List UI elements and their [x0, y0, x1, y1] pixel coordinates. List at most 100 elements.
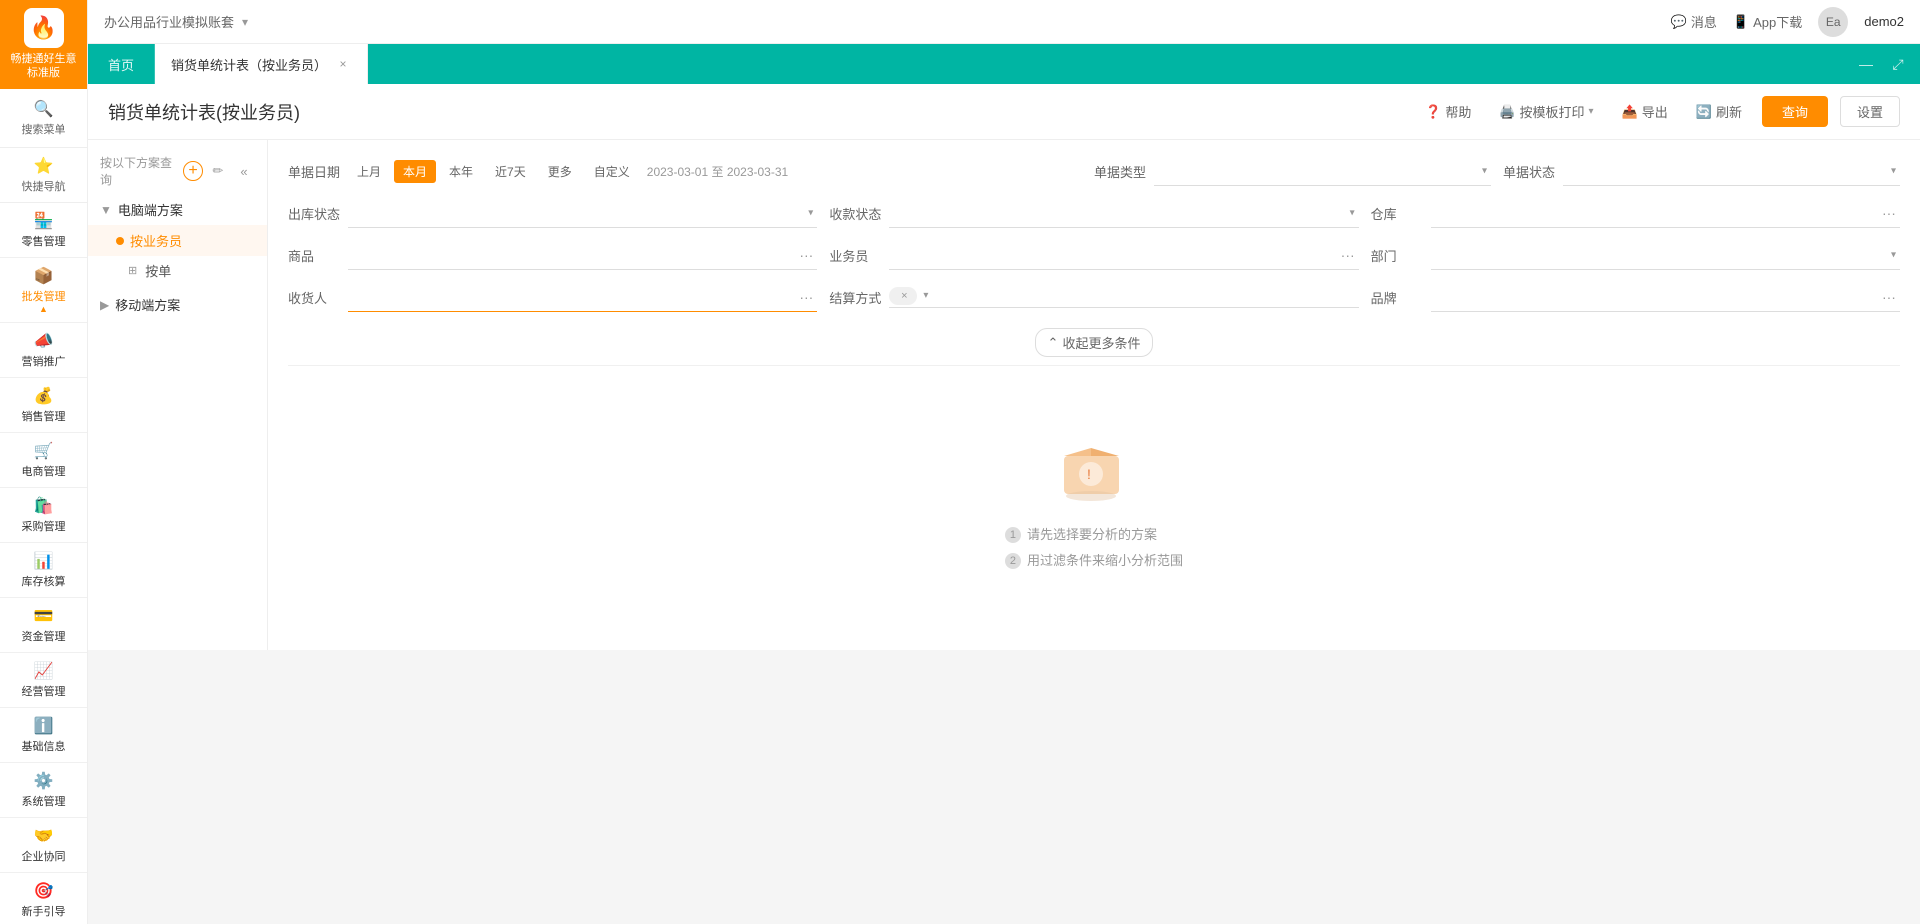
date-range-value: 2023-03-01 至 2023-03-31: [647, 163, 788, 180]
sidebar-item-corp[interactable]: 🤝 企业协同: [0, 818, 87, 873]
date-btn-last-month[interactable]: 上月: [348, 160, 390, 183]
filter-item-salesperson[interactable]: 按业务员: [88, 225, 267, 256]
date-btn-more[interactable]: 更多: [539, 160, 581, 183]
print-dropdown-icon[interactable]: ▾: [1589, 106, 1594, 117]
minimize-btn[interactable]: —: [1852, 50, 1880, 78]
salesperson-dots[interactable]: ···: [1341, 247, 1355, 263]
sidebar-item-system[interactable]: ⚙️ 系统管理: [0, 763, 87, 818]
product-input[interactable]: [348, 240, 817, 270]
export-btn[interactable]: 📤 导出: [1614, 98, 1676, 125]
product-wrap: ···: [348, 240, 817, 270]
avatar[interactable]: Ea: [1818, 7, 1848, 37]
empty-area: ! 1 请先选择要分析的方案 2 用过滤条件来缩小分析范围: [288, 366, 1900, 634]
tab-sales-stat[interactable]: 销货单统计表（按业务员） ×: [155, 44, 368, 84]
out-status-dropdown[interactable]: ▾: [348, 198, 817, 228]
tab-close-btn[interactable]: ×: [335, 56, 351, 72]
recipient-label: 收货人: [288, 288, 348, 307]
query-row-3: 商品 ··· 业务员 ··· 部门: [288, 240, 1900, 270]
out-status-dropdown-icon: ▾: [808, 207, 813, 218]
topbar: 办公用品行业模拟账套 ▾ 💬 消息 📱 App下载 Ea demo2: [88, 0, 1920, 44]
tab-sales-stat-label: 销货单统计表（按业务员）: [171, 55, 327, 74]
marketing-label: 营销推广: [22, 353, 66, 369]
settlement-dropdown-icon[interactable]: ▾: [923, 290, 928, 301]
date-label: 单据日期: [288, 162, 348, 181]
sidebar-item-retail[interactable]: 🏪 零售管理: [0, 203, 87, 258]
sidebar-item-wholesale[interactable]: 📦 批发管理 ▲: [0, 258, 87, 323]
payment-status-dropdown[interactable]: ▾: [889, 198, 1358, 228]
query-btn[interactable]: 查询: [1762, 96, 1828, 127]
filter-collapse-btn[interactable]: «: [233, 160, 255, 182]
logo-icon: 🔥: [24, 8, 64, 48]
nav-icon: ⭐: [34, 156, 54, 176]
tip-text-1: 请先选择要分析的方案: [1027, 522, 1157, 548]
department-label: 部门: [1371, 246, 1431, 265]
tabbar: 首页 销货单统计表（按业务员） × — ⤢: [88, 44, 1920, 84]
sidebar-item-purchase[interactable]: 🛍️ 采购管理: [0, 488, 87, 543]
product-dots[interactable]: ···: [799, 247, 813, 263]
recipient-dots[interactable]: ···: [799, 289, 813, 305]
sidebar-quick-nav[interactable]: ⭐ 快捷导航: [0, 148, 87, 203]
recipient-input[interactable]: [348, 282, 817, 312]
department-dropdown[interactable]: ▾: [1431, 240, 1900, 270]
field-doc-type: 单据类型 ▾: [1094, 156, 1491, 186]
sidebar-logo[interactable]: 🔥 畅捷通好生意 标准版: [0, 0, 87, 89]
payment-status-label: 收款状态: [829, 204, 889, 223]
sidebar-item-ecommerce[interactable]: 🛒 电商管理: [0, 433, 87, 488]
message-action[interactable]: 💬 消息: [1671, 12, 1717, 31]
doc-type-dropdown[interactable]: ▾: [1154, 156, 1491, 186]
date-btn-this-year[interactable]: 本年: [440, 160, 482, 183]
sidebar-item-marketing[interactable]: 📣 营销推广: [0, 323, 87, 378]
logo-text: 畅捷通好生意 标准版: [11, 52, 77, 81]
sidebar-item-basic[interactable]: ℹ️ 基础信息: [0, 708, 87, 763]
date-btn-this-month[interactable]: 本月: [394, 160, 436, 183]
filter-group-mobile-header[interactable]: ▶ 移动端方案: [88, 289, 267, 320]
filter-panel: 按以下方案查询 + ✏ « ▼ 电脑端方案 按业务员: [88, 140, 268, 650]
maximize-btn[interactable]: ⤢: [1884, 50, 1912, 78]
field-date: 单据日期 上月 本月 本年 近7天 更多 自定义 2023-03-01 至 20…: [288, 160, 1082, 183]
sidebar-item-newbie[interactable]: 🎯 新手引导: [0, 873, 87, 924]
warehouse-dots[interactable]: ···: [1882, 205, 1896, 221]
brand-dots[interactable]: ···: [1882, 289, 1896, 305]
sidebar: 🔥 畅捷通好生意 标准版 🔍 搜索菜单 ⭐ 快捷导航 🏪 零售管理 📦 批发管理…: [0, 0, 88, 924]
sidebar-item-inventory[interactable]: 📊 库存核算: [0, 543, 87, 598]
filter-add-btn[interactable]: +: [183, 161, 203, 181]
doc-type-label: 单据类型: [1094, 162, 1154, 181]
settings-btn[interactable]: 设置: [1840, 96, 1900, 127]
newbie-icon: 🎯: [34, 881, 54, 901]
refresh-btn[interactable]: 🔄 刷新: [1688, 98, 1750, 125]
date-btn-7days[interactable]: 近7天: [486, 160, 535, 183]
purchase-label: 采购管理: [22, 518, 66, 534]
filter-edit-btn[interactable]: ✏: [207, 160, 229, 182]
filter-sub-item-order[interactable]: ⊞ 按单: [88, 256, 267, 285]
doc-status-dropdown[interactable]: ▾: [1563, 156, 1900, 186]
filter-header: 按以下方案查询 + ✏ «: [88, 148, 267, 194]
page-header: 销货单统计表(按业务员) ❓ 帮助 🖨️ 按模板打印 ▾ 📤 导出 🔄 刷: [88, 84, 1920, 140]
field-product: 商品 ···: [288, 240, 817, 270]
system-icon: ⚙️: [34, 771, 54, 791]
inventory-icon: 📊: [34, 551, 54, 571]
collapse-btn[interactable]: ⌃ 收起更多条件: [1035, 328, 1154, 357]
sidebar-item-sales[interactable]: 💰 销售管理: [0, 378, 87, 433]
warehouse-input[interactable]: [1431, 198, 1900, 228]
settlement-tag-close[interactable]: ×: [897, 289, 911, 303]
wholesale-arrow: ▲: [39, 304, 48, 314]
department-wrap: ▾: [1431, 240, 1900, 270]
filter-header-actions: + ✏ «: [183, 160, 255, 182]
date-btn-custom[interactable]: 自定义: [585, 160, 639, 183]
ecommerce-label: 电商管理: [22, 463, 66, 479]
sidebar-item-operation[interactable]: 📈 经营管理: [0, 653, 87, 708]
sidebar-item-finance[interactable]: 💳 资金管理: [0, 598, 87, 653]
print-btn[interactable]: 🖨️ 按模板打印 ▾: [1491, 98, 1601, 125]
topbar-dropdown[interactable]: ▾: [242, 15, 248, 29]
brand-label: 品牌: [1371, 288, 1431, 307]
app-action[interactable]: 📱 App下载: [1733, 12, 1802, 31]
filter-group-pc-header[interactable]: ▼ 电脑端方案: [88, 194, 267, 225]
salesperson-input[interactable]: [889, 240, 1358, 270]
sidebar-search[interactable]: 🔍 搜索菜单: [0, 89, 87, 148]
help-btn[interactable]: ❓ 帮助: [1417, 98, 1479, 125]
retail-icon: 🏪: [34, 211, 54, 231]
brand-input[interactable]: [1431, 282, 1900, 312]
query-row-4: 收货人 ··· 结算方式 × ▾: [288, 282, 1900, 312]
purchase-icon: 🛍️: [34, 496, 54, 516]
tab-home[interactable]: 首页: [88, 44, 155, 84]
